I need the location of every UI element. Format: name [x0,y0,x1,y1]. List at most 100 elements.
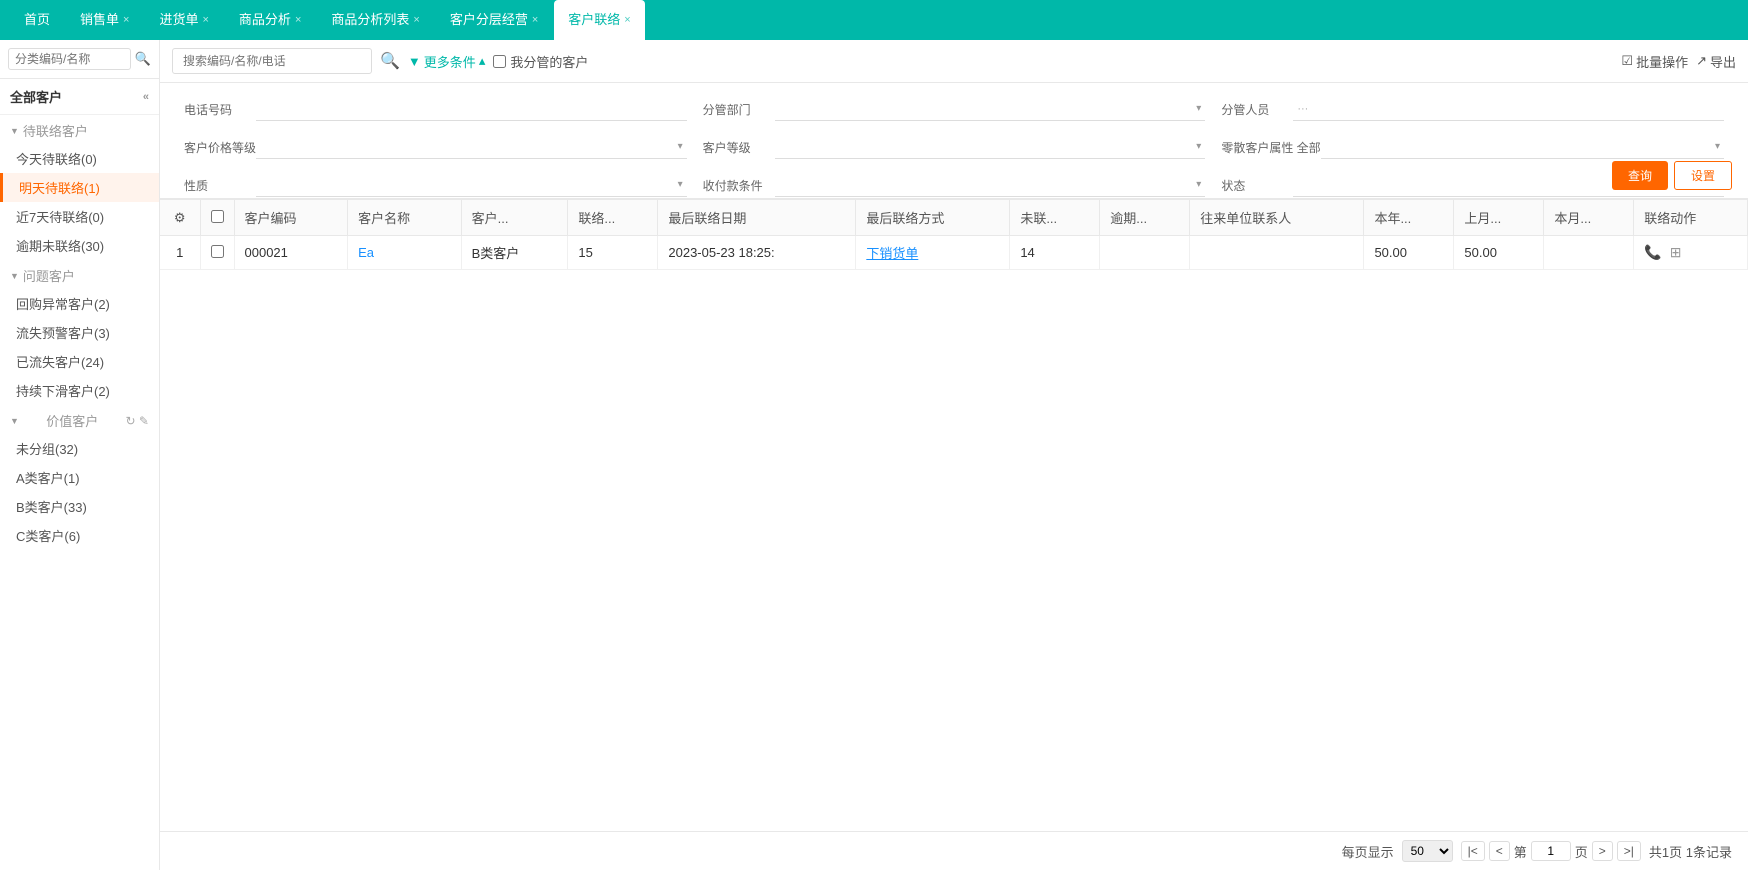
search-button[interactable]: 🔍 [380,51,400,71]
sidebar-item-tomorrow[interactable]: 明天待联络(1) [0,173,159,202]
th-action: 联络动作 [1634,200,1748,236]
my-customer-checkbox[interactable] [493,55,506,68]
td-check[interactable] [200,236,234,270]
check-all[interactable] [211,210,224,223]
page-unit: 页 [1575,842,1588,861]
nav-home[interactable]: 首页 [10,0,64,40]
th-check[interactable] [200,200,234,236]
query-button-main[interactable]: 查询 [1612,161,1668,190]
filter-val-manager[interactable]: ··· [1293,97,1724,121]
filter-val-retail-attr[interactable] [1321,135,1724,159]
nav-customer-contact[interactable]: 客户联络 × [554,0,644,40]
filter-cell-price-level: 客户价格等级 [176,131,695,163]
sidebar-item-a-class[interactable]: A类客户(1) [0,463,159,492]
page-first-btn[interactable]: |< [1461,841,1485,861]
td-this-month [1544,236,1634,270]
sidebar-item-today[interactable]: 今天待联络(0) [0,144,159,173]
filter-panel: 电话号码 分管部门 分管人员 ··· [160,83,1748,200]
filter-dept-chevron [1196,103,1201,114]
nav-close-purchase[interactable]: × [202,0,208,40]
sidebar-collapse-icon: « [143,91,149,103]
toolbar: 🔍 ▼ 更多条件 ▴ 我分管的客户 ☑ 批量操作 ↗ 导出 [160,40,1748,83]
th-type: 客户... [461,200,568,236]
filter-val-customer-level[interactable] [775,135,1206,159]
filter-val-payment[interactable] [775,173,1206,197]
filter-cell-phone: 电话号码 [176,93,695,125]
page-prev-btn[interactable]: < [1489,841,1510,861]
td-uncontacted: 14 [1010,236,1100,270]
filter-more-button[interactable]: ▼ 更多条件 ▴ [408,52,485,71]
batch-button[interactable]: ☑ 批量操作 [1621,52,1688,71]
filter-cell-dept: 分管部门 [695,93,1214,125]
sidebar-item-unclassified[interactable]: 未分组(32) [0,434,159,463]
sidebar-item-churn-warning[interactable]: 流失预警客户(3) [0,318,159,347]
main-content: 🔍 ▼ 更多条件 ▴ 我分管的客户 ☑ 批量操作 ↗ 导出 [160,40,1748,870]
sidebar-all-customers[interactable]: 全部客户 « [0,79,159,115]
main-layout: 🔍 全部客户 « 待联络客户 今天待联络(0) 明天待联络(1) 近7天待联络(… [0,40,1748,870]
set-button-main[interactable]: 设置 [1674,161,1732,190]
nav-close-product-analysis[interactable]: × [295,0,301,40]
filter-label-dept: 分管部门 [703,101,775,118]
sidebar-search-area: 🔍 [0,40,159,79]
filter-price-level-chevron [678,141,683,152]
sidebar-item-b-class[interactable]: B类客户(33) [0,492,159,521]
last-contact-link[interactable]: 下销货单 [866,246,918,261]
sidebar-group-value[interactable]: 价值客户 ↻ ✎ [0,405,159,434]
my-customer-checkbox-label[interactable]: 我分管的客户 [493,52,588,71]
sidebar-item-c-class[interactable]: C类客户(6) [0,521,159,550]
sidebar-item-repurchase-anomaly[interactable]: 回购异常客户(2) [0,289,159,318]
customer-table: ⚙ 客户编码 客户名称 客户... 联络... 最后联络日期 最后联络方式 未联… [160,200,1748,270]
filter-retail-attr-chevron [1715,141,1720,152]
nav-purchase[interactable]: 进货单 × [145,0,222,40]
action-phone-icon[interactable]: 📞 [1644,244,1661,261]
sidebar: 🔍 全部客户 « 待联络客户 今天待联络(0) 明天待联络(1) 近7天待联络(… [0,40,160,870]
sidebar-group-problem[interactable]: 问题客户 [0,260,159,289]
filter-label-customer-level: 客户等级 [703,139,775,156]
filter-label-phone: 电话号码 [184,101,256,118]
sidebar-item-declining[interactable]: 持续下滑客户(2) [0,376,159,405]
filter-val-price-level[interactable] [256,135,687,159]
page-last-btn[interactable]: >| [1617,841,1641,861]
nav-customer-tier[interactable]: 客户分层经营 × [436,0,552,40]
filter-val-dept[interactable] [775,97,1206,121]
row-checkbox[interactable] [211,245,224,258]
filter-val-nature[interactable] [256,173,687,197]
td-type: B类客户 [461,236,568,270]
sidebar-group-pending[interactable]: 待联络客户 [0,115,159,144]
action-grid-icon[interactable]: ⊞ [1670,244,1682,261]
sidebar-item-7days[interactable]: 近7天待联络(0) [0,202,159,231]
page-input[interactable] [1531,841,1571,861]
nav-product-analysis-list[interactable]: 商品分析列表 × [317,0,433,40]
td-overdue [1100,236,1190,270]
th-name: 客户名称 [348,200,462,236]
nav-sales[interactable]: 销售单 × [66,0,143,40]
nav-close-product-analysis-list[interactable]: × [413,0,419,40]
sidebar-search-input[interactable] [8,48,131,70]
nav-product-analysis[interactable]: 商品分析 × [225,0,315,40]
th-settings[interactable]: ⚙ [160,200,200,236]
td-idx: 1 [160,236,200,270]
nav-close-customer-contact[interactable]: × [624,0,630,40]
filter-label-retail-attr: 零散客户属性 全部 [1221,139,1320,156]
per-page-label: 每页显示 [1342,842,1394,861]
export-button[interactable]: ↗ 导出 [1696,52,1736,71]
filter-cell-payment: 收付款条件 [695,169,1214,201]
td-code: 000021 [234,236,348,270]
nav-close-customer-tier[interactable]: × [532,0,538,40]
th-unit-contact: 往来单位联系人 [1190,200,1364,236]
sidebar-item-overdue[interactable]: 逾期未联络(30) [0,231,159,260]
per-page-select[interactable]: 50 100 [1402,840,1453,862]
sidebar-search-icon[interactable]: 🔍 [135,51,151,67]
td-name[interactable]: Ea [348,236,462,270]
nav-close-sales[interactable]: × [123,0,129,40]
filter-cell-nature: 性质 [176,169,695,201]
page-next-btn[interactable]: > [1592,841,1613,861]
page-label: 第 [1514,842,1527,861]
filter-label-manager: 分管人员 [1221,101,1293,118]
sidebar-item-churned[interactable]: 已流失客户(24) [0,347,159,376]
search-input[interactable] [172,48,372,74]
filter-val-phone[interactable] [256,97,687,121]
th-uncontacted: 未联... [1010,200,1100,236]
filter-nature-chevron [678,179,683,190]
td-last-contact-method[interactable]: 下销货单 [856,236,1010,270]
